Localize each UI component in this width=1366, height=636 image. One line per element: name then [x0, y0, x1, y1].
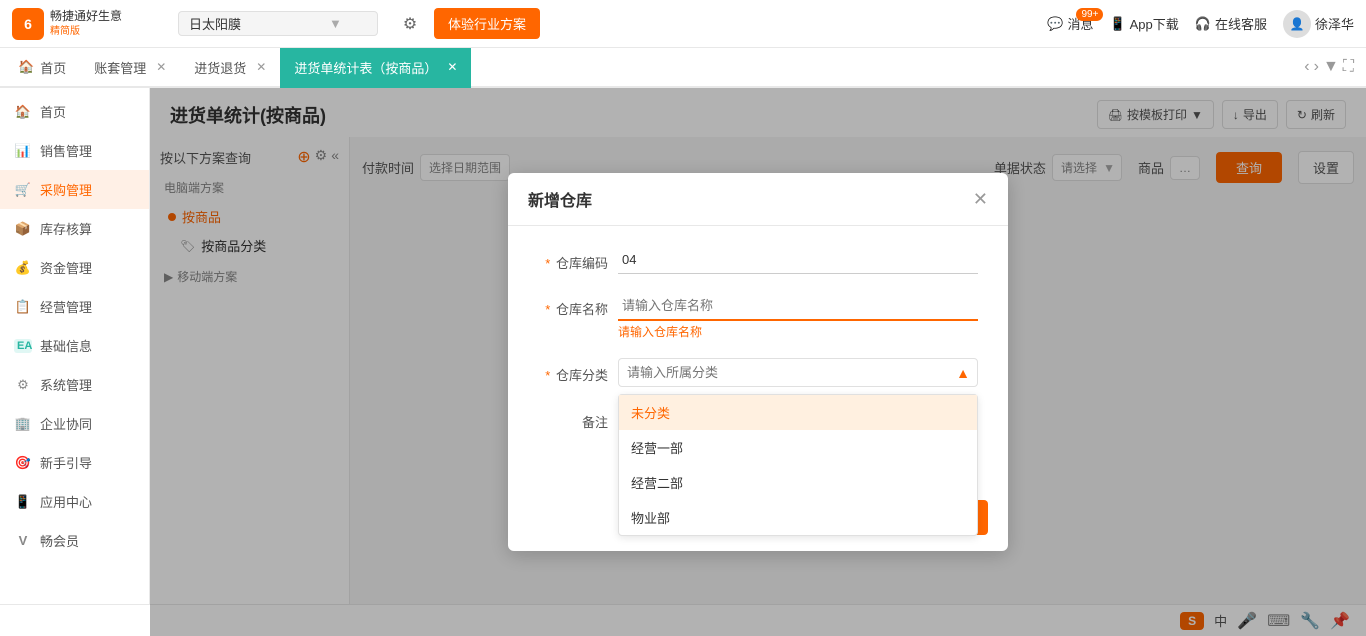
code-field [618, 246, 978, 274]
message-icon: 💬 [1047, 16, 1063, 32]
sidebar-item-inventory[interactable]: 📦 库存核算 [0, 209, 149, 248]
sidebar-item-home[interactable]: 🏠 首页 [0, 92, 149, 131]
newbie-icon: 🎯 [14, 455, 32, 471]
category-field: ▲ 未分类 经营一部 经营二部 物业部 [618, 358, 978, 387]
operation-icon: 📋 [14, 299, 32, 315]
content-area: 进货单统计(按商品) 🖨 按模板打印 ▼ ↓ 导出 ↻ 刷新 [150, 88, 1366, 636]
tab-prev-icon[interactable]: ‹ [1304, 58, 1309, 76]
tab-purchase-stats[interactable]: 进货单统计表（按商品） ✕ [280, 48, 471, 88]
sidebar: 🏠 首页 📊 销售管理 🛒 采购管理 📦 库存核算 💰 资金管理 📋 经营管理 … [0, 88, 150, 636]
tab-expand-icon[interactable]: ⛶ [1343, 58, 1354, 76]
tab-menu-icon[interactable]: ▼ [1323, 58, 1339, 76]
user-menu-button[interactable]: 👤 徐泽华 [1283, 10, 1354, 38]
modal-body: * 仓库编码 * 仓库名称 [508, 226, 1008, 488]
sidebar-item-purchase[interactable]: 🛒 采购管理 [0, 170, 149, 209]
settings-gear-icon[interactable]: ⚙ [394, 8, 426, 40]
header-search-box: ▼ [178, 11, 378, 36]
tab-account-close[interactable]: ✕ [156, 60, 166, 74]
appcenter-icon: 📱 [14, 494, 32, 510]
category-dropdown-list: 未分类 经营一部 经营二部 物业部 [618, 394, 978, 536]
tab-next-icon[interactable]: › [1314, 58, 1319, 76]
message-button[interactable]: 💬 消息 99+ [1047, 14, 1093, 33]
logo-icon: 6 [12, 8, 44, 40]
membership-icon: V [14, 533, 32, 548]
basic-info-icon: EA [14, 339, 32, 353]
modal-close-button[interactable]: ✕ [973, 189, 988, 210]
purchase-icon: 🛒 [14, 182, 32, 198]
sidebar-item-newbie[interactable]: 🎯 新手引导 [0, 443, 149, 482]
enterprise-icon: 🏢 [14, 416, 32, 432]
new-warehouse-modal: 新增仓库 ✕ * 仓库编码 [508, 173, 1008, 551]
system-icon: ⚙ [14, 377, 32, 393]
dropdown-item-0[interactable]: 未分类 [619, 395, 977, 430]
sidebar-item-appcenter[interactable]: 📱 应用中心 [0, 482, 149, 521]
modal-header: 新增仓库 ✕ [508, 173, 1008, 226]
modal-title: 新增仓库 [528, 187, 592, 211]
inventory-icon: 📦 [14, 221, 32, 237]
tab-purchase-return-close[interactable]: ✕ [256, 60, 266, 74]
sidebar-item-system[interactable]: ⚙ 系统管理 [0, 365, 149, 404]
name-label: * 仓库名称 [538, 292, 618, 318]
phone-icon: 📱 [1109, 16, 1125, 32]
logo-text: 畅捷通好生意 精简版 [50, 9, 122, 38]
message-badge: 99+ [1076, 8, 1103, 21]
sidebar-item-basic-info[interactable]: EA 基础信息 [0, 326, 149, 365]
trial-button[interactable]: 体验行业方案 [434, 8, 540, 39]
finance-icon: 💰 [14, 260, 32, 276]
dropdown-item-2[interactable]: 经营二部 [619, 465, 977, 500]
sidebar-item-finance[interactable]: 💰 资金管理 [0, 248, 149, 287]
category-input[interactable] [618, 358, 978, 387]
form-row-code: * 仓库编码 [538, 246, 978, 274]
name-field: 请输入仓库名称 [618, 292, 978, 340]
avatar: 👤 [1283, 10, 1311, 38]
tab-purchase-return[interactable]: 进货退货 ✕ [180, 48, 280, 88]
name-error-msg: 请输入仓库名称 [618, 323, 978, 340]
main-layout: 🏠 首页 📊 销售管理 🛒 采购管理 📦 库存核算 💰 资金管理 📋 经营管理 … [0, 88, 1366, 636]
tab-purchase-stats-close[interactable]: ✕ [447, 60, 457, 74]
sidebar-item-sales[interactable]: 📊 销售管理 [0, 131, 149, 170]
category-label: * 仓库分类 [538, 358, 618, 384]
top-header: 6 畅捷通好生意 精简版 ▼ ⚙ 体验行业方案 💬 消息 99+ 📱 App下载… [0, 0, 1366, 48]
search-input[interactable] [189, 16, 329, 31]
name-input[interactable] [618, 292, 978, 321]
form-row-name: * 仓库名称 请输入仓库名称 [538, 292, 978, 340]
tab-controls: ‹ › ▼ ⛶ [1296, 48, 1362, 86]
code-label: * 仓库编码 [538, 246, 618, 272]
tab-bar: 🏠 首页 账套管理 ✕ 进货退货 ✕ 进货单统计表（按商品） ✕ ‹ › ▼ ⛶ [0, 48, 1366, 88]
sidebar-item-operation[interactable]: 📋 经营管理 [0, 287, 149, 326]
form-row-category: * 仓库分类 ▲ 未分类 经营一部 经 [538, 358, 978, 387]
category-select-wrap: ▲ [618, 358, 978, 387]
tab-account[interactable]: 账套管理 ✕ [80, 48, 180, 88]
app-download-button[interactable]: 📱 App下载 [1109, 14, 1178, 33]
online-service-button[interactable]: 🎧 在线客服 [1195, 14, 1267, 33]
sidebar-item-enterprise[interactable]: 🏢 企业协同 [0, 404, 149, 443]
tab-home[interactable]: 🏠 首页 [4, 48, 80, 88]
home-icon: 🏠 [14, 104, 32, 120]
headset-icon: 🎧 [1195, 16, 1211, 32]
dropdown-item-1[interactable]: 经营一部 [619, 430, 977, 465]
sidebar-item-membership[interactable]: V 畅会员 [0, 521, 149, 560]
code-input[interactable] [618, 246, 978, 274]
sales-icon: 📊 [14, 143, 32, 159]
note-label: 备注 [538, 405, 618, 431]
dropdown-item-3[interactable]: 物业部 [619, 500, 977, 535]
header-right: 💬 消息 99+ 📱 App下载 🎧 在线客服 👤 徐泽华 [1047, 10, 1354, 38]
logo-area: 6 畅捷通好生意 精简版 [12, 8, 162, 40]
modal-overlay: 新增仓库 ✕ * 仓库编码 [150, 88, 1366, 636]
dropdown-arrow-icon: ▼ [329, 16, 342, 31]
